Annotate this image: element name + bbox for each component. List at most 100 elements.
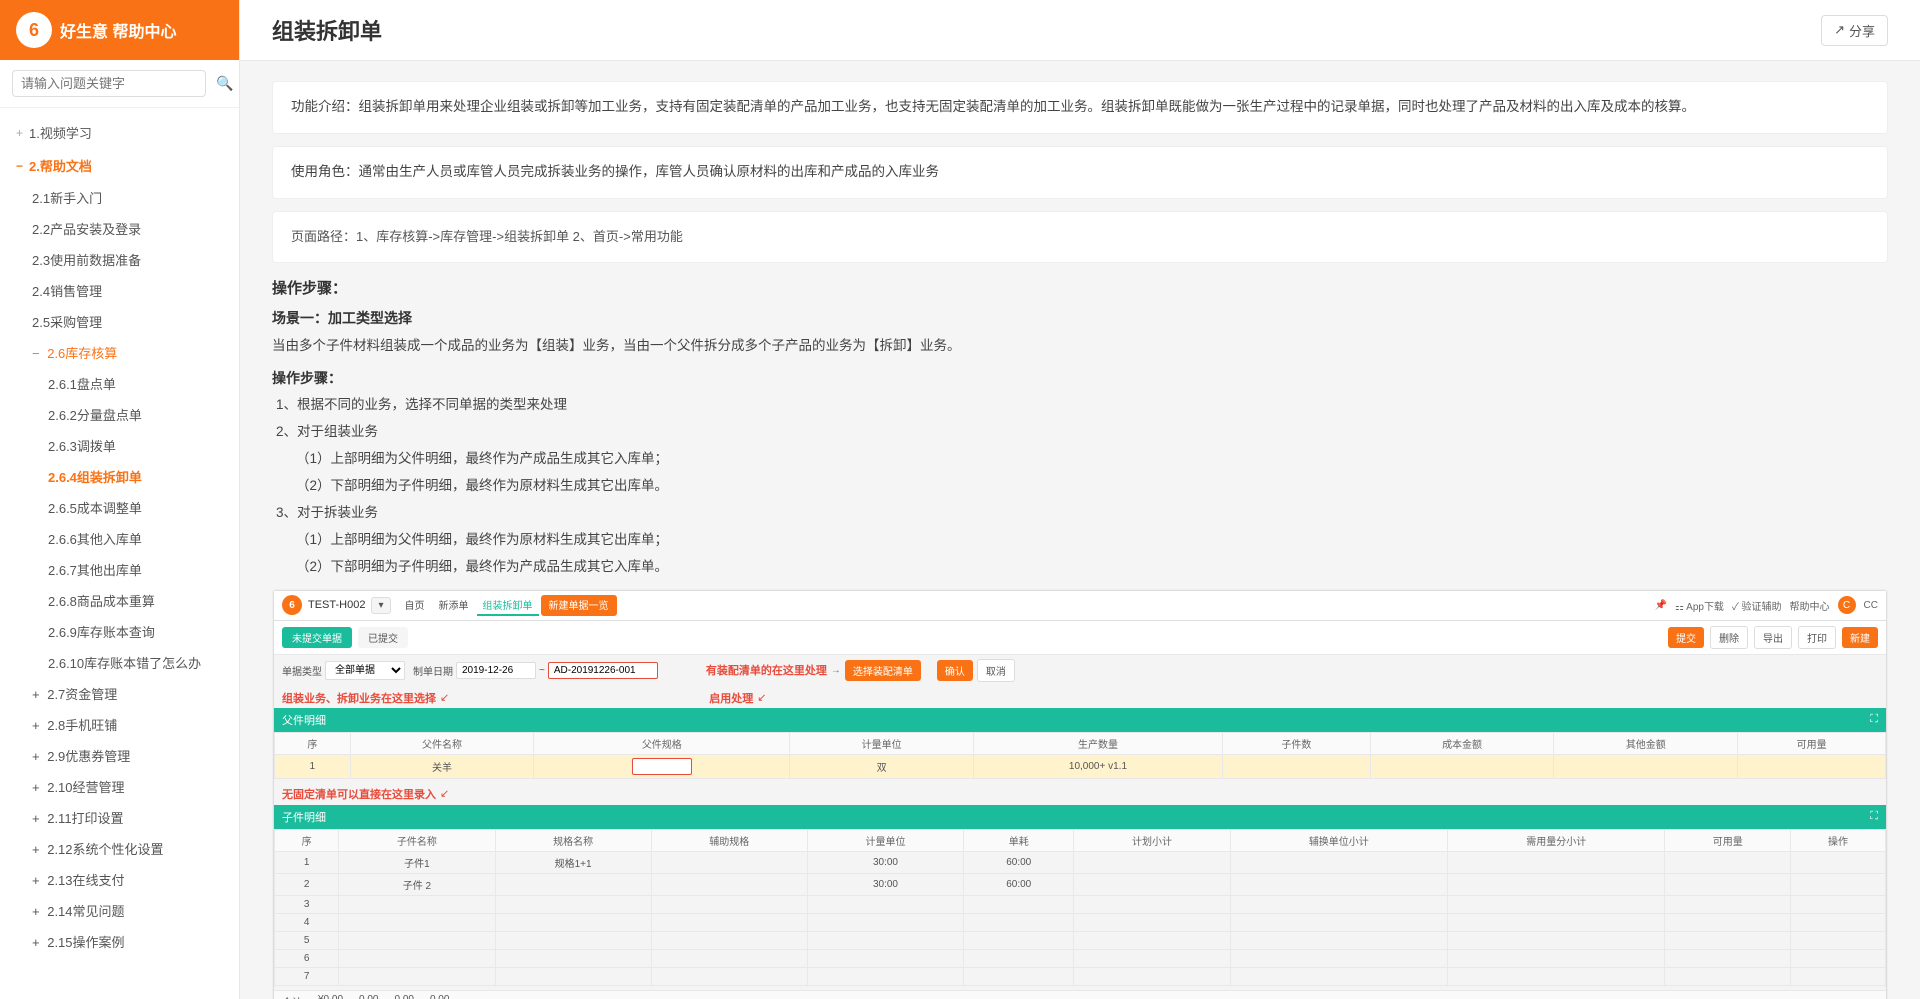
sidebar-item-cases[interactable]: + 2.15操作案例 bbox=[0, 926, 239, 957]
path-intro-text: 页面路径：1、库存核算->库存管理->组装拆卸单 2、首页->常用功能 bbox=[291, 229, 683, 244]
sidebar-item-account-err[interactable]: 2.6.10库存账本错了怎么办 bbox=[0, 647, 239, 678]
lower-section-icon: ⛶ bbox=[1870, 810, 1878, 823]
sidebar-item-print[interactable]: + 2.11打印设置 bbox=[0, 802, 239, 833]
lower-table-row-4[interactable]: 4 bbox=[275, 913, 1886, 931]
export-btn[interactable]: 导出 bbox=[1754, 626, 1792, 649]
role-intro-block: 使用角色：通常由生产人员或库管人员完成拆装业务的操作，库管人员确认原材料的出库和… bbox=[272, 146, 1888, 199]
col-aux-subtotal: 辅换单位小计 bbox=[1230, 829, 1447, 851]
plus-icon: + bbox=[16, 126, 23, 140]
date-from-input[interactable] bbox=[456, 662, 536, 679]
page-header: 组装拆卸单 ↗ 分享 bbox=[240, 0, 1920, 61]
sidebar-item-stocktake[interactable]: 2.6.1盘点单 bbox=[0, 368, 239, 399]
app-topbar: 6 TEST-H002 ▾ 自页 新添单 组装拆卸单 新建单据一览 📌 ⚏ Ap… bbox=[274, 591, 1886, 621]
menu-assembly[interactable]: 组装拆卸单 bbox=[477, 595, 539, 616]
sidebar-item-assembly[interactable]: 2.6.4组装拆卸单 bbox=[0, 461, 239, 492]
sidebar-item-mobile[interactable]: + 2.8手机旺铺 bbox=[0, 709, 239, 740]
sidebar-item-beginner[interactable]: 2.1新手入门 bbox=[0, 182, 239, 213]
new-btn[interactable]: 新建 bbox=[1842, 627, 1878, 648]
sidebar-item-stock-query[interactable]: 2.6.9库存账本查询 bbox=[0, 616, 239, 647]
company-selector[interactable]: ▾ bbox=[371, 597, 390, 614]
col-seq: 序 bbox=[275, 829, 339, 851]
scene1-steps-title: 操作步骤： bbox=[272, 368, 1888, 388]
date-to-input[interactable] bbox=[548, 662, 658, 679]
sidebar-item-business[interactable]: + 2.10经营管理 bbox=[0, 771, 239, 802]
sidebar-item-payment[interactable]: + 2.13在线支付 bbox=[0, 864, 239, 895]
sidebar-item-adjust[interactable]: 2.6.3调拨单 bbox=[0, 430, 239, 461]
sidebar-item-cost-calc[interactable]: 2.6.8商品成本重算 bbox=[0, 585, 239, 616]
sidebar-item-video[interactable]: + 1.视频学习 bbox=[0, 116, 239, 149]
delete-btn[interactable]: 删除 bbox=[1710, 626, 1748, 649]
sidebar-item-label: 2.6.4组装拆卸单 bbox=[48, 470, 142, 485]
order-type-field: 单据类型 全部单据 bbox=[282, 661, 405, 680]
step3a: （1）上部明细为父件明细，最终作为原材料生成其它出库单； bbox=[276, 529, 1888, 552]
form-row: 单据类型 全部单据 制单日期 ~ 有装配清单的在这里处理 → bbox=[274, 655, 1886, 686]
parent-spec-input[interactable] bbox=[632, 758, 692, 775]
app-user-label: CC bbox=[1864, 600, 1878, 611]
lower-table-row-3[interactable]: 3 bbox=[275, 895, 1886, 913]
minus-icon: − bbox=[16, 159, 23, 173]
search-input[interactable] bbox=[12, 70, 206, 97]
col-need-subtotal: 需用量分小计 bbox=[1448, 829, 1665, 851]
total-amount: ¥0.00 bbox=[318, 994, 343, 999]
sidebar-item-coupon[interactable]: + 2.9优惠券管理 bbox=[0, 740, 239, 771]
sidebar-item-personalize[interactable]: + 2.12系统个性化设置 bbox=[0, 833, 239, 864]
lower-table-row-2[interactable]: 2子件 230:0060:00 bbox=[275, 873, 1886, 895]
sidebar-item-help-doc[interactable]: − 2.帮助文档 bbox=[0, 149, 239, 182]
sidebar-item-cost-adjust[interactable]: 2.6.5成本调整单 bbox=[0, 492, 239, 523]
lower-table-header-row: 序 子件名称 规格名称 辅助规格 计量单位 单耗 计划小计 辅换单位小计 需用量… bbox=[275, 829, 1886, 851]
lower-table-row-5[interactable]: 5 bbox=[275, 931, 1886, 949]
sidebar-item-label: 2.8手机旺铺 bbox=[47, 718, 117, 733]
sidebar-item-label: 2.6.1盘点单 bbox=[48, 377, 116, 392]
upper-section-icon: ⛶ bbox=[1870, 713, 1878, 726]
sidebar-item-label: 2.13在线支付 bbox=[47, 873, 124, 888]
cell-other bbox=[1554, 754, 1738, 778]
search-button[interactable]: 🔍 bbox=[212, 73, 237, 94]
lower-table-row-1[interactable]: 1子件1规格1+130:0060:00 bbox=[275, 851, 1886, 873]
step1: 1、根据不同的业务，选择不同单据的类型来处理 bbox=[276, 394, 1888, 417]
sidebar-item-other-in[interactable]: 2.6.6其他入库单 bbox=[0, 523, 239, 554]
print-btn[interactable]: 打印 bbox=[1798, 626, 1836, 649]
sidebar-item-install[interactable]: 2.2产品安装及登录 bbox=[0, 213, 239, 244]
cancel-btn[interactable]: 取消 bbox=[977, 659, 1015, 682]
menu-home[interactable]: 自页 bbox=[399, 595, 431, 616]
share-button[interactable]: ↗ 分享 bbox=[1821, 15, 1888, 46]
tab-unsubmitted[interactable]: 未提交单据 bbox=[282, 627, 352, 648]
sidebar-item-label: 2.6.7其他出库单 bbox=[48, 563, 142, 578]
submit-btn[interactable]: 提交 bbox=[1668, 627, 1704, 648]
sidebar-item-faq[interactable]: + 2.14常见问题 bbox=[0, 895, 239, 926]
lower-section-body: 序 子件名称 规格名称 辅助规格 计量单位 单耗 计划小计 辅换单位小计 需用量… bbox=[274, 829, 1886, 990]
annotation3-text: 启用处理 bbox=[709, 690, 753, 706]
share-label: 分享 bbox=[1849, 21, 1875, 40]
confirm-btn[interactable]: 确认 bbox=[937, 660, 973, 681]
sidebar-item-label: 2.10经营管理 bbox=[47, 780, 124, 795]
page-title: 组装拆卸单 bbox=[272, 14, 382, 46]
plus-icon: + bbox=[32, 718, 40, 733]
sidebar-item-purchase[interactable]: 2.5采购管理 bbox=[0, 306, 239, 337]
annotation2-text: 组装业务、拆卸业务在这里选择 bbox=[282, 690, 436, 706]
sidebar-item-finance[interactable]: + 2.7资金管理 bbox=[0, 678, 239, 709]
lower-table-row-7[interactable]: 7 bbox=[275, 967, 1886, 985]
new-entry-btn[interactable]: 新建单据一览 bbox=[541, 595, 617, 616]
select-bom-btn[interactable]: 选择装配清单 bbox=[845, 660, 921, 681]
sidebar-item-sales[interactable]: 2.4销售管理 bbox=[0, 275, 239, 306]
tab-submitted[interactable]: 已提交 bbox=[358, 627, 408, 648]
app-toolbar: 未提交单据 已提交 提交 删除 导出 打印 新建 bbox=[274, 621, 1886, 655]
app-top-right: 📌 ⚏ App下载 ✓ 验证辅助 帮助中心 C CC bbox=[1655, 596, 1879, 614]
total-qty2: 0.00 bbox=[395, 994, 414, 999]
arrow3-icon: ↙ bbox=[757, 691, 766, 704]
sidebar: 6 好生意 帮助中心 🔍 + 1.视频学习 − 2.帮助文档 2.1新手入门 2… bbox=[0, 0, 240, 999]
sidebar-item-other-out[interactable]: 2.6.7其他出库单 bbox=[0, 554, 239, 585]
sidebar-item-label: 2.15操作案例 bbox=[47, 935, 124, 950]
cell-parent-name: 关羊 bbox=[350, 754, 534, 778]
order-type-select[interactable]: 全部单据 bbox=[325, 661, 405, 680]
arrow4-icon: ↙ bbox=[440, 787, 449, 800]
lower-table-row-6[interactable]: 6 bbox=[275, 949, 1886, 967]
menu-add[interactable]: 新添单 bbox=[433, 595, 475, 616]
plus-icon: + bbox=[32, 842, 40, 857]
sidebar-item-split-stocktake[interactable]: 2.6.2分量盘点单 bbox=[0, 399, 239, 430]
total-qty3: 0.00 bbox=[430, 994, 449, 999]
upper-table-row[interactable]: 1 关羊 双 10,000+ v1.1 bbox=[275, 754, 1886, 778]
cell-child-count bbox=[1222, 754, 1370, 778]
sidebar-item-data-prep[interactable]: 2.3使用前数据准备 bbox=[0, 244, 239, 275]
sidebar-item-inventory[interactable]: − 2.6库存核算 bbox=[0, 337, 239, 368]
